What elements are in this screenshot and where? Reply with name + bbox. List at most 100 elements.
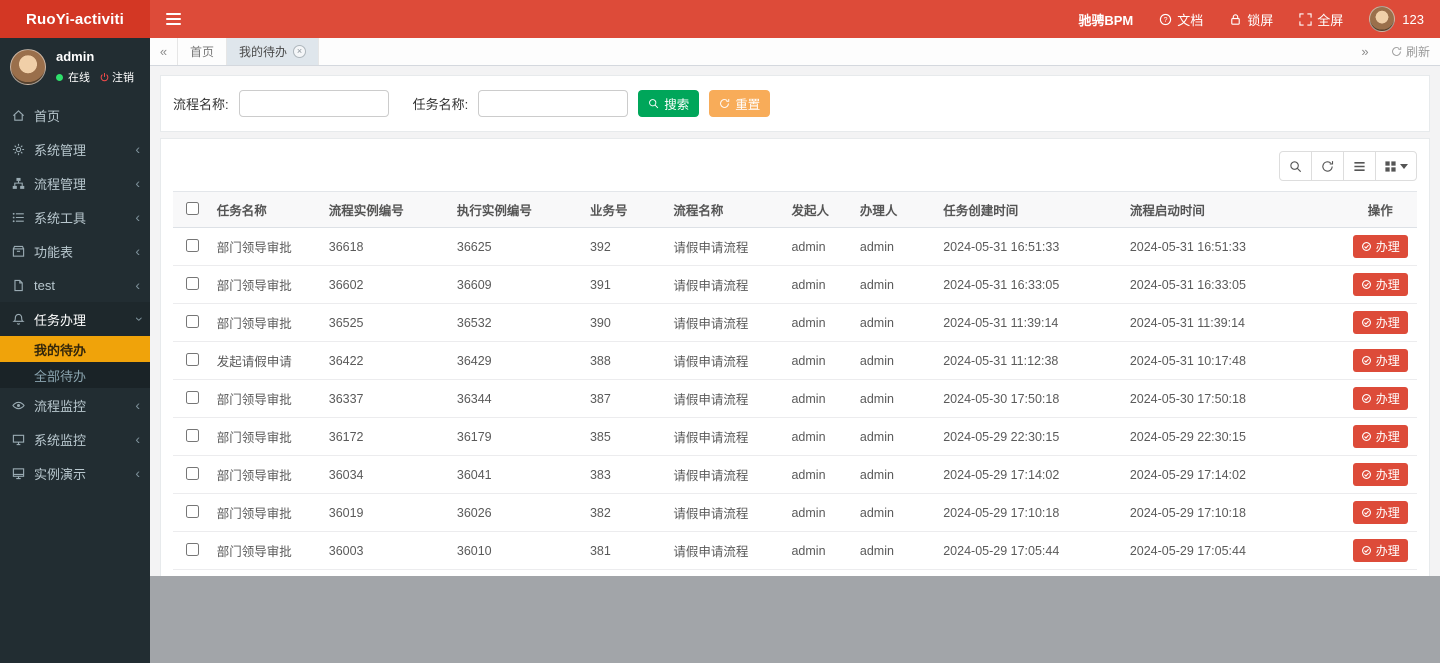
search-icon — [648, 98, 659, 109]
cell-execution_instance: 36609 — [452, 265, 586, 304]
list-icon — [12, 211, 25, 224]
handle-button[interactable]: 办理 — [1352, 387, 1408, 410]
cell-start_time: 2024-05-29 17:14:02 — [1125, 455, 1344, 494]
chevron-left-icon: ‹ — [135, 209, 140, 225]
cell-process_name: 请假申请流程 — [669, 379, 788, 418]
sidebar-item-demo[interactable]: 实例演示 ‹ — [0, 456, 150, 490]
row-checkbox[interactable] — [186, 352, 200, 366]
tab-close-icon[interactable]: × — [293, 45, 307, 58]
tab-home[interactable]: 首页 — [178, 38, 228, 65]
tabs-scroll-left-button[interactable]: « — [150, 38, 178, 65]
handle-button[interactable]: 办理 — [1352, 501, 1408, 524]
sidebar-item-process-monitor[interactable]: 流程监控 ‹ — [0, 388, 150, 422]
lock-screen-link[interactable]: 锁屏 — [1229, 10, 1273, 29]
select-all-checkbox[interactable] — [186, 201, 200, 215]
row-checkbox[interactable] — [186, 428, 200, 442]
audit-icon — [1361, 317, 1372, 328]
cell-execution_instance: 36344 — [452, 379, 586, 418]
toggle-view-icon — [1353, 160, 1366, 173]
column-header: 操作 — [1343, 191, 1417, 228]
reset-button[interactable]: 重置 — [709, 90, 771, 117]
cell-business_id: 382 — [585, 493, 670, 532]
user-avatar — [1369, 6, 1396, 32]
cell-business_id: 392 — [585, 227, 670, 266]
cell-business_id: 375 — [585, 569, 670, 576]
handle-button[interactable]: 办理 — [1352, 273, 1408, 296]
row-checkbox[interactable] — [186, 238, 200, 252]
row-checkbox[interactable] — [186, 314, 200, 328]
sidebar-item-function-table[interactable]: 功能表 ‹ — [0, 234, 150, 268]
process-name-input[interactable] — [238, 90, 389, 117]
cell-process_name: 请假申请流程 — [669, 493, 788, 532]
audit-icon — [1361, 545, 1372, 556]
docs-link[interactable]: ? 文档 — [1159, 10, 1203, 29]
table-search-button[interactable] — [1279, 151, 1312, 181]
column-header: 办理人 — [855, 191, 940, 228]
bpm-link[interactable]: 驰骋BPM — [1078, 10, 1133, 29]
logout-link[interactable]: 注销 — [99, 69, 134, 85]
refresh-icon — [719, 98, 730, 109]
user-menu[interactable]: 123 — [1369, 6, 1424, 32]
cell-task: 部门领导审批 — [212, 379, 325, 418]
table-refresh-button[interactable] — [1311, 151, 1344, 181]
main-content: « 首页 我的待办 × » 刷新 流程名称: 任务名称: 搜索 重置 任务名称 … — [150, 38, 1440, 663]
submenu-task-handling: 我的待办 全部待办 — [0, 336, 150, 388]
cell-process_name: 请假申请流程 — [669, 303, 788, 342]
cell-created_time: 2024-05-29 16:08:13 — [939, 569, 1126, 576]
table-row: 部门领导审批 36525 36532 390 请假申请流程 admin admin 2024-… — [173, 303, 1417, 342]
tabs-scroll-right-button[interactable]: » — [1351, 44, 1379, 59]
cell-process_name: 请假申请流程 — [669, 455, 788, 494]
cell-task: 部门领导审批 — [212, 455, 325, 494]
table-columns-button[interactable] — [1375, 151, 1417, 181]
tab-my-todo[interactable]: 我的待办 × — [227, 38, 320, 65]
power-icon — [99, 72, 110, 83]
table-row: 部门领导审批 36337 36344 387 请假申请流程 admin admin 2024-… — [173, 379, 1417, 418]
table-row: 部门领导审批 36172 36179 385 请假申请流程 admin admin 2024-… — [173, 417, 1417, 456]
cell-execution_instance: 36532 — [452, 303, 586, 342]
table-toggle-view-button[interactable] — [1343, 151, 1376, 181]
task-name-input[interactable] — [478, 90, 629, 117]
row-checkbox[interactable] — [186, 504, 200, 518]
sidebar-item-task-handling[interactable]: 任务办理 ‹ — [0, 302, 150, 336]
chevron-left-icon: ‹ — [135, 431, 140, 447]
sidebar-item-system-management[interactable]: 系统管理 ‹ — [0, 132, 150, 166]
sidebar-item-system-monitor[interactable]: 系统监控 ‹ — [0, 422, 150, 456]
handle-button[interactable]: 办理 — [1352, 349, 1408, 372]
handle-button[interactable]: 办理 — [1352, 235, 1408, 258]
sidebar-item-test[interactable]: test ‹ — [0, 268, 150, 302]
sidebar-item-system-tools[interactable]: 系统工具 ‹ — [0, 200, 150, 234]
task-table-body: 部门领导审批 36618 36625 392 请假申请流程 admin admin 2024-… — [173, 227, 1417, 576]
cell-task: 部门领导审批 — [212, 531, 325, 570]
handle-button[interactable]: 办理 — [1352, 311, 1408, 334]
column-header: 发起人 — [787, 191, 856, 228]
row-checkbox[interactable] — [186, 466, 200, 480]
tab-refresh-button[interactable]: 刷新 — [1391, 43, 1430, 60]
cell-task: 部门领导审批 — [212, 265, 325, 304]
search-button[interactable]: 搜索 — [638, 90, 700, 117]
svg-text:?: ? — [1164, 16, 1168, 23]
fullscreen-icon — [1299, 12, 1312, 26]
cell-business_id: 381 — [585, 531, 670, 570]
cell-process_instance: 36003 — [324, 531, 453, 570]
handle-button[interactable]: 办理 — [1352, 463, 1408, 486]
row-checkbox[interactable] — [186, 276, 200, 290]
task-name-label: 任务名称: — [412, 97, 469, 112]
cell-process_instance: 36019 — [324, 493, 453, 532]
process-name-label: 流程名称: — [173, 97, 229, 112]
audit-icon — [1361, 469, 1372, 480]
handle-button[interactable]: 办理 — [1352, 425, 1408, 448]
tabs: 首页 我的待办 × — [178, 38, 320, 65]
sidebar-item-process-management[interactable]: 流程管理 ‹ — [0, 166, 150, 200]
chevron-left-icon: ‹ — [135, 465, 140, 481]
sidebar-subitem-my-todo[interactable]: 我的待办 — [0, 336, 150, 362]
row-checkbox[interactable] — [186, 542, 200, 556]
sidebar-subitem-all-todo[interactable]: 全部待办 — [0, 362, 150, 388]
fullscreen-link[interactable]: 全屏 — [1299, 10, 1343, 29]
app-brand[interactable]: RuoYi-activiti — [0, 0, 150, 38]
monitor-icon — [12, 433, 25, 446]
row-checkbox[interactable] — [186, 390, 200, 404]
sidebar-toggle-button[interactable] — [150, 0, 196, 38]
handle-button[interactable]: 办理 — [1352, 539, 1408, 562]
sidebar-item-home[interactable]: 首页 — [0, 98, 150, 132]
cell-business_id: 385 — [585, 417, 670, 456]
